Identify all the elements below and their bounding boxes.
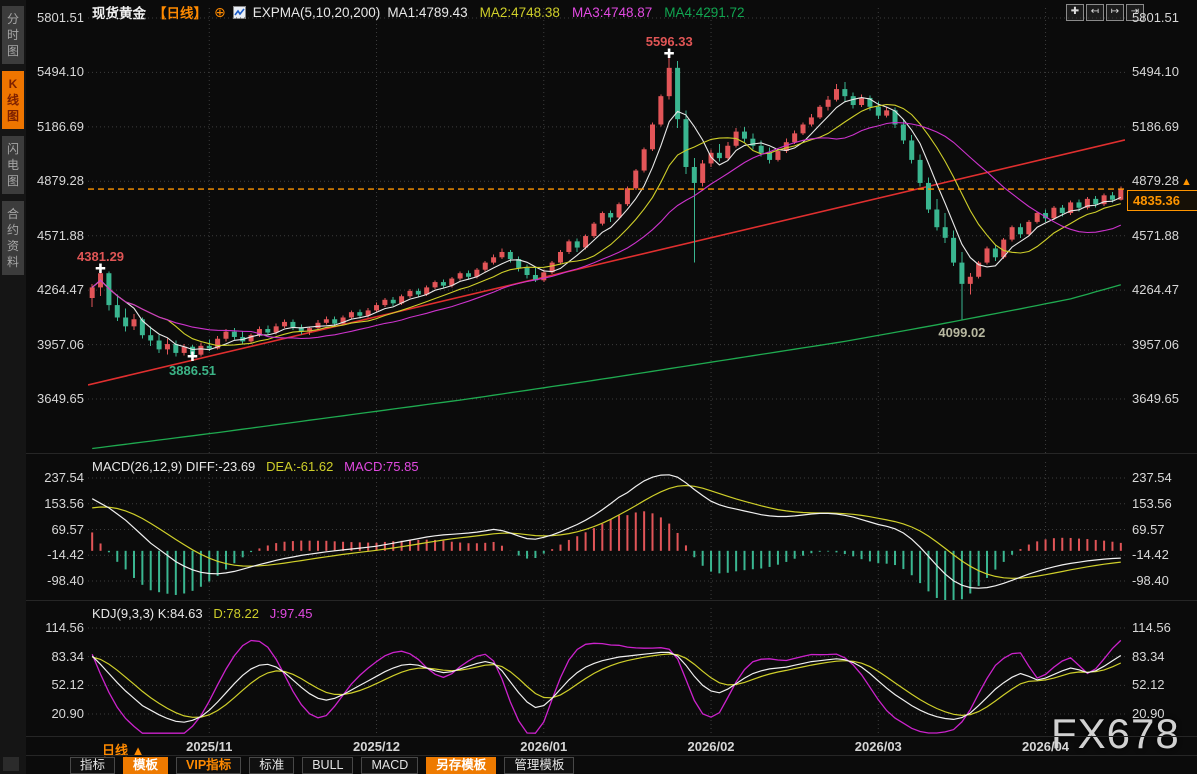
- price-axis-label: 5186.69: [1132, 118, 1179, 134]
- kdj-axis-label: 114.56: [1132, 620, 1171, 635]
- sidebar-item-0[interactable]: 分时图: [2, 6, 24, 64]
- sidebar: 分时图 K线图闪电图合约资料: [0, 0, 26, 774]
- price-axis-label: 4264.47: [37, 282, 84, 298]
- macd-axis-label: 237.54: [1132, 470, 1172, 485]
- month-label: 2026/02: [687, 739, 735, 754]
- toolbar-button-2[interactable]: VIP指标: [176, 757, 242, 774]
- price-axis-label: 5801.51: [1132, 10, 1179, 25]
- macd-axis-label: 237.54: [44, 470, 84, 485]
- price-axis-label: 4264.47: [1132, 282, 1179, 298]
- macd-axis-label: -98.40: [47, 573, 84, 588]
- toolbar-button-4[interactable]: BULL: [302, 757, 354, 774]
- price-axis-label: 5801.51: [37, 10, 84, 25]
- month-label: 2026/01: [520, 739, 568, 754]
- toolbar-button-1[interactable]: 模板: [123, 757, 169, 774]
- panel-divider: [26, 453, 1197, 454]
- current-price-badge: 4835.36: [1127, 190, 1197, 211]
- kdj-axis-label: 20.90: [1132, 706, 1165, 721]
- kdj-panel[interactable]: [88, 608, 1125, 736]
- kdj-header[interactable]: KDJ(9,3,3) K:84.63 D:78.22 J:97.45: [92, 606, 312, 621]
- month-label: 2025/12: [353, 739, 401, 754]
- corner-cell: [3, 757, 19, 771]
- toolbar-button-0[interactable]: 指标: [70, 757, 116, 774]
- chart-app: 分时图K线图闪电图合约资料 现货黄金 【日线】 ⊕ EXPMA(5,10,20,…: [0, 0, 1197, 774]
- price-axis-label: 5494.10: [37, 64, 84, 80]
- price-axis-label: 5494.10: [1132, 64, 1179, 80]
- kdj-j-label: J:97.45: [269, 606, 313, 621]
- month-label: 2026/04: [1022, 739, 1070, 754]
- macd-axis-label: 69.57: [1132, 521, 1165, 537]
- macd-axis-label: 153.56: [44, 495, 84, 511]
- macd-panel[interactable]: [88, 462, 1125, 600]
- macd-axis-label: -14.42: [1132, 547, 1169, 563]
- sidebar-item-3[interactable]: 合约资料: [2, 201, 24, 275]
- price-axis-label: 3649.65: [1132, 391, 1179, 406]
- price-axis-label: 4571.88: [1132, 227, 1179, 243]
- bottom-toolbar: 指标 模板 VIP指标 标准 BULL MACD 另存模板 管理模板: [70, 757, 575, 774]
- main-candlestick-chart[interactable]: [88, 8, 1125, 453]
- macd-dea-label: DEA:-61.62: [266, 459, 334, 474]
- macd-macd-label: MACD:75.85: [344, 459, 419, 474]
- price-axis-label: 4879.28: [1132, 173, 1179, 189]
- price-axis-label: 5186.69: [37, 118, 84, 134]
- kdj-axis-label: 83.34: [51, 648, 84, 664]
- macd-header[interactable]: MACD(26,12,9) DIFF:-23.69 DEA:-61.62 MAC…: [92, 459, 419, 474]
- kdj-axis-label: 114.56: [45, 620, 84, 635]
- toolbar-button-3[interactable]: 标准: [249, 757, 295, 774]
- kdj-axis-label: 52.12: [1132, 677, 1165, 693]
- macd-axis-label: -98.40: [1132, 573, 1169, 588]
- kdj-axis-label: 83.34: [1132, 648, 1165, 664]
- sidebar-item-1[interactable]: K线图: [2, 71, 24, 129]
- kdj-main-label: KDJ(9,3,3) K:84.63: [92, 606, 203, 621]
- macd-main-label: MACD(26,12,9) DIFF:-23.69: [92, 459, 256, 474]
- panel-divider: [26, 600, 1197, 601]
- toolbar-button-5[interactable]: MACD: [361, 757, 419, 774]
- month-label: 2026/03: [854, 739, 902, 754]
- price-axis-label: 4571.88: [37, 227, 84, 243]
- price-axis-label: 4879.28: [37, 173, 84, 189]
- panel-divider: [26, 736, 1197, 737]
- kdj-axis-label: 52.12: [51, 677, 84, 693]
- macd-axis-label: 153.56: [1132, 495, 1172, 511]
- month-label: 2025/11: [186, 739, 233, 754]
- price-axis-label: 3649.65: [37, 391, 84, 406]
- kdj-d-label: D:78.22: [213, 606, 259, 621]
- macd-axis-label: -14.42: [47, 547, 84, 563]
- price-axis-label: 3957.06: [1132, 336, 1179, 352]
- toolbar-button-7[interactable]: 管理模板: [504, 757, 575, 774]
- toolbar-button-6[interactable]: 另存模板: [426, 757, 497, 774]
- macd-axis-label: 69.57: [51, 521, 84, 537]
- panel-divider: [26, 755, 1197, 756]
- price-axis-label: 3957.06: [37, 336, 84, 352]
- sidebar-item-2[interactable]: 闪电图: [2, 136, 24, 194]
- kdj-axis-label: 20.90: [51, 706, 84, 721]
